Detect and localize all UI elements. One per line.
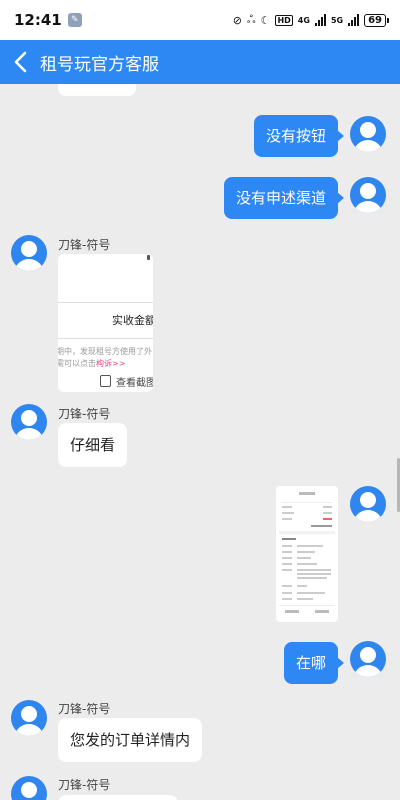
status-time: 12:41: [14, 11, 62, 29]
message-partial: [58, 84, 136, 96]
message-text: 没有申述渠道: [235, 189, 326, 207]
agent-avatar[interactable]: [11, 404, 47, 440]
sender-name: 刀锋-符号: [58, 778, 111, 792]
image-view-label: 查看截图: [116, 378, 153, 389]
signal-icon-2: [348, 14, 360, 26]
agent-avatar[interactable]: [11, 235, 47, 271]
status-bar: 12:41 ✎ ⊘ ஃ ☾ HD 4G 5G 69: [0, 0, 400, 40]
message-outgoing[interactable]: 没有按钮: [253, 115, 345, 157]
message-text: 您发的订单详情内: [70, 731, 191, 749]
image-divider: [58, 338, 153, 339]
link-icon: ⊘: [232, 13, 242, 27]
message-text: 在哪: [295, 654, 326, 672]
image-dot: [147, 255, 150, 260]
message-partial: [58, 795, 178, 800]
network-type-1: 4G: [297, 15, 310, 25]
user-avatar[interactable]: [350, 177, 386, 213]
sender-name: 刀锋-符号: [58, 238, 111, 252]
image-amount-label: 实收金额：: [112, 314, 153, 327]
user-avatar[interactable]: [350, 641, 386, 677]
sender-name: 刀锋-符号: [58, 407, 111, 421]
signal-icon-1: [314, 14, 326, 26]
user-avatar[interactable]: [350, 486, 386, 522]
image-link: 构诉>>: [96, 359, 126, 368]
message-incoming[interactable]: 仔细看: [58, 423, 128, 467]
image-message[interactable]: 实收金额： 期中，发现租号方使用了外 需可以点击构诉>> 查看截图: [58, 254, 153, 392]
status-right: ⊘ ஃ ☾ HD 4G 5G 69: [232, 12, 389, 28]
battery-icon: 69: [364, 13, 389, 27]
image-text-row: 需可以点击构诉>>: [58, 358, 125, 369]
sender-name: 刀锋-符号: [58, 702, 111, 716]
message-outgoing[interactable]: 在哪: [283, 642, 345, 684]
agent-avatar[interactable]: [11, 776, 47, 800]
image-message-outgoing[interactable]: [276, 486, 338, 622]
message-text: 仔细看: [70, 436, 116, 454]
chevron-left-icon: [14, 51, 27, 73]
moon-icon: ☾: [260, 13, 271, 27]
nav-bar: 租号玩官方客服: [0, 40, 400, 84]
page-title: 租号玩官方客服: [40, 54, 159, 75]
order-detail-thumbnail: [279, 489, 335, 619]
app-notification-icon: ✎: [67, 13, 82, 27]
image-text-line: 期中，发现租号方使用了外: [58, 347, 152, 356]
message-outgoing[interactable]: 没有申述渠道: [223, 177, 345, 219]
screenshot-icon: [100, 375, 111, 387]
back-button[interactable]: [0, 40, 40, 84]
headphones-icon: ஃ: [246, 12, 256, 26]
message-incoming[interactable]: 您发的订单详情内: [58, 718, 203, 762]
network-type-2: 5G: [330, 15, 344, 25]
agent-avatar[interactable]: [11, 700, 47, 736]
chat-area[interactable]: 没有按钮 没有申述渠道 刀锋-符号 实收金额： 期中，发现租号方使用了外 需可以…: [0, 84, 400, 800]
user-avatar[interactable]: [350, 116, 386, 152]
hd-badge: HD: [275, 14, 293, 26]
message-text: 没有按钮: [265, 127, 326, 145]
status-left: 12:41 ✎: [14, 11, 82, 29]
image-divider: [58, 302, 153, 303]
image-text-line: 需可以点击: [58, 359, 96, 368]
